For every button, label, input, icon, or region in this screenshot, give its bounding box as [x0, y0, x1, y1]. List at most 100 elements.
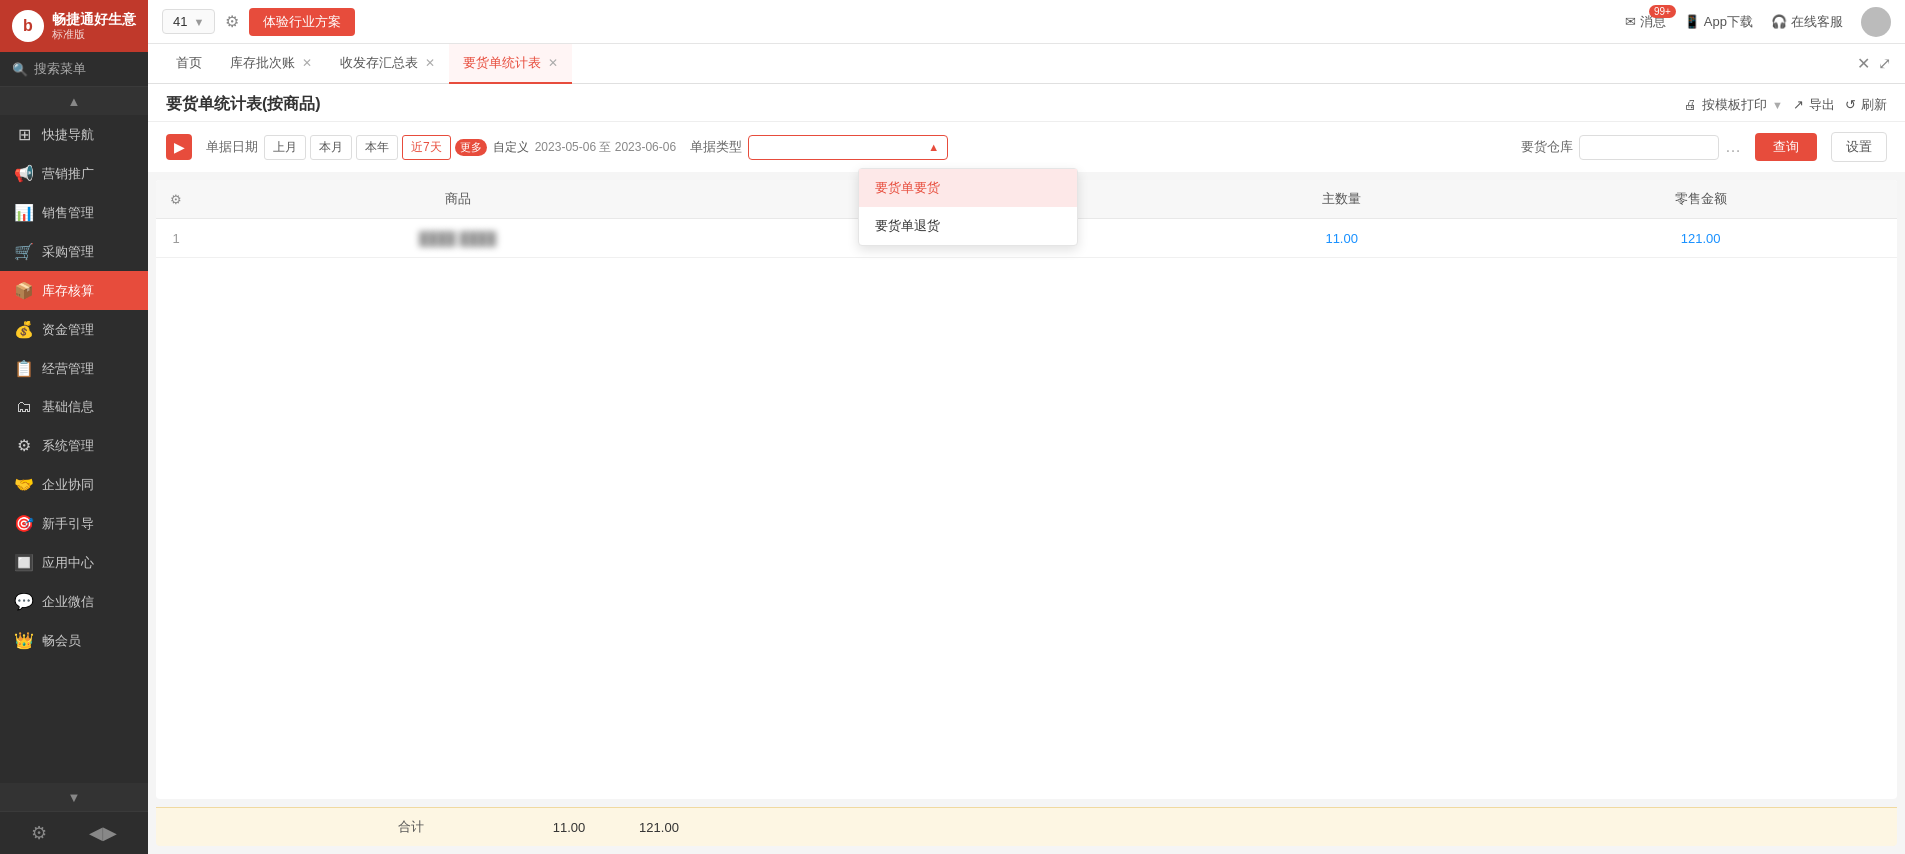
sidebar-item-sales[interactable]: 📊 销售管理 [0, 193, 148, 232]
page-title: 要货单统计表(按商品) [166, 94, 321, 115]
topbar-left: 41 ▼ ⚙ 体验行业方案 [162, 8, 355, 36]
refresh-icon: ↺ [1845, 97, 1856, 112]
purchase-icon: 🛒 [14, 242, 34, 261]
collapse-icon[interactable]: ◀▶ [89, 822, 117, 844]
tab-expand-icon[interactable]: ⤢ [1878, 54, 1891, 73]
warehouse-select-value [1588, 140, 1592, 155]
col-qty-header: 主数量 [1179, 180, 1504, 219]
export-button[interactable]: ↗ 导出 [1793, 96, 1835, 114]
sidebar-search[interactable]: 🔍 搜索菜单 [0, 52, 148, 87]
logo-text: 畅捷通好生意 标准版 [52, 11, 136, 41]
filter-expand-button[interactable]: ▶ [166, 134, 192, 160]
trial-button[interactable]: 体验行业方案 [249, 8, 355, 36]
date-filter-label: 单据日期 [206, 138, 258, 156]
date-filter-group: 单据日期 上月 本月 本年 近7天 更多 自定义 2023-05-06 至 20… [206, 135, 676, 160]
row-product: ████ ████ [196, 219, 719, 258]
date-7days-btn[interactable]: 近7天 [402, 135, 451, 160]
sidebar-item-purchase[interactable]: 🛒 采购管理 [0, 232, 148, 271]
tab-batch[interactable]: 库存批次账 ✕ [216, 44, 326, 84]
col-amount-header: 零售金额 [1504, 180, 1897, 219]
store-name: 41 [173, 14, 187, 29]
sidebar-item-guide[interactable]: 🎯 新手引导 [0, 504, 148, 543]
col-product-header: 商品 [196, 180, 719, 219]
sidebar-scroll-down[interactable]: ▼ [0, 783, 148, 811]
sidebar-item-member[interactable]: 👑 畅会员 [0, 621, 148, 660]
tab-close-all-icon[interactable]: ✕ [1857, 54, 1870, 73]
member-icon: 👑 [14, 631, 34, 650]
date-this-year-btn[interactable]: 本年 [356, 135, 398, 160]
tab-close-report[interactable]: ✕ [425, 56, 435, 70]
store-selector[interactable]: 41 ▼ [162, 9, 215, 34]
finance-icon: 💰 [14, 320, 34, 339]
warehouse-filter-group: 要货仓库 … [1521, 135, 1741, 160]
tab-order-stat[interactable]: 要货单统计表 ✕ [449, 44, 572, 84]
table-container: ⚙ 商品 主计量单位 主数量 零售金额 [156, 180, 1897, 799]
footer-label: 合计 [168, 818, 424, 836]
sidebar-item-inventory[interactable]: 📦 库存核算 [0, 271, 148, 310]
settings-button[interactable]: 设置 [1831, 132, 1887, 162]
row-num: 1 [156, 219, 196, 258]
date-custom-btn[interactable]: 自定义 [493, 139, 529, 156]
online-service-button[interactable]: 🎧 在线客服 [1771, 13, 1843, 31]
warehouse-more-icon[interactable]: … [1725, 138, 1741, 156]
date-range-display: 2023-05-06 至 2023-06-06 [535, 139, 676, 156]
service-icon: 🎧 [1771, 14, 1787, 29]
tab-close-order-stat[interactable]: ✕ [548, 56, 558, 70]
base-icon: 🗂 [14, 398, 34, 416]
type-select-value [757, 140, 761, 155]
type-filter-group: 单据类型 ▲ [690, 135, 1507, 160]
row-qty: 11.00 [1179, 219, 1504, 258]
type-dropdown-menu: 要货单要货 要货单退货 [858, 168, 1078, 246]
date-last-month-btn[interactable]: 上月 [264, 135, 306, 160]
logo-icon: b [12, 10, 44, 42]
system-icon: ⚙ [14, 436, 34, 455]
print-dropdown-icon: ▼ [1772, 99, 1783, 111]
sidebar-item-collab[interactable]: 🤝 企业协同 [0, 465, 148, 504]
dropdown-item-return[interactable]: 要货单退货 [859, 207, 1077, 245]
main-content: 41 ▼ ⚙ 体验行业方案 ✉ 消息 99+ 📱 App下载 🎧 在线客服 [148, 0, 1905, 854]
tabs-bar: 首页 库存批次账 ✕ 收发存汇总表 ✕ 要货单统计表 ✕ ✕ ⤢ [148, 44, 1905, 84]
tab-close-batch[interactable]: ✕ [302, 56, 312, 70]
message-button[interactable]: ✉ 消息 99+ [1625, 13, 1666, 31]
topbar-right: ✉ 消息 99+ 📱 App下载 🎧 在线客服 [1625, 7, 1891, 37]
column-settings-icon[interactable]: ⚙ [170, 192, 182, 207]
quick-nav-icon: ⊞ [14, 125, 34, 144]
col-settings-header[interactable]: ⚙ [156, 180, 196, 219]
sidebar-scroll-up[interactable]: ▲ [0, 87, 148, 115]
collab-icon: 🤝 [14, 475, 34, 494]
date-quick-buttons: 上月 本月 本年 近7天 更多 [264, 135, 487, 160]
tab-home[interactable]: 首页 [162, 44, 216, 84]
query-button[interactable]: 查询 [1755, 133, 1817, 161]
sidebar-item-marketing[interactable]: 📢 营销推广 [0, 154, 148, 193]
sidebar-item-quick-nav[interactable]: ⊞ 快捷导航 [0, 115, 148, 154]
sidebar-item-operation[interactable]: 📋 经营管理 [0, 349, 148, 388]
table-footer: 合计 11.00 121.00 [156, 807, 1897, 846]
sidebar-item-system[interactable]: ⚙ 系统管理 [0, 426, 148, 465]
refresh-button[interactable]: ↺ 刷新 [1845, 96, 1887, 114]
warehouse-select[interactable] [1579, 135, 1719, 160]
print-button[interactable]: 🖨 按模板打印 ▼ [1684, 96, 1783, 114]
type-filter-label: 单据类型 [690, 138, 742, 156]
tab-report[interactable]: 收发存汇总表 ✕ [326, 44, 449, 84]
inventory-icon: 📦 [14, 281, 34, 300]
type-select[interactable]: ▲ [748, 135, 948, 160]
page-header-actions: 🖨 按模板打印 ▼ ↗ 导出 ↺ 刷新 [1684, 96, 1887, 114]
topbar-gear-icon[interactable]: ⚙ [225, 12, 239, 31]
warehouse-filter-label: 要货仓库 [1521, 138, 1573, 156]
guide-icon: 🎯 [14, 514, 34, 533]
sidebar-item-wechat[interactable]: 💬 企业微信 [0, 582, 148, 621]
user-avatar[interactable] [1861, 7, 1891, 37]
sidebar-item-finance[interactable]: 💰 资金管理 [0, 310, 148, 349]
message-badge: 99+ [1649, 5, 1676, 18]
sales-icon: 📊 [14, 203, 34, 222]
dropdown-item-order[interactable]: 要货单要货 [859, 169, 1077, 207]
app-download-button[interactable]: 📱 App下载 [1684, 13, 1753, 31]
date-this-month-btn[interactable]: 本月 [310, 135, 352, 160]
page-header: 要货单统计表(按商品) 🖨 按模板打印 ▼ ↗ 导出 ↺ 刷新 [148, 84, 1905, 122]
marketing-icon: 📢 [14, 164, 34, 183]
settings-bottom-icon[interactable]: ⚙ [31, 822, 47, 844]
type-select-arrow: ▲ [928, 141, 939, 153]
sidebar-item-appstore[interactable]: 🔲 应用中心 [0, 543, 148, 582]
store-dropdown-icon: ▼ [193, 16, 204, 28]
sidebar-item-base[interactable]: 🗂 基础信息 [0, 388, 148, 426]
